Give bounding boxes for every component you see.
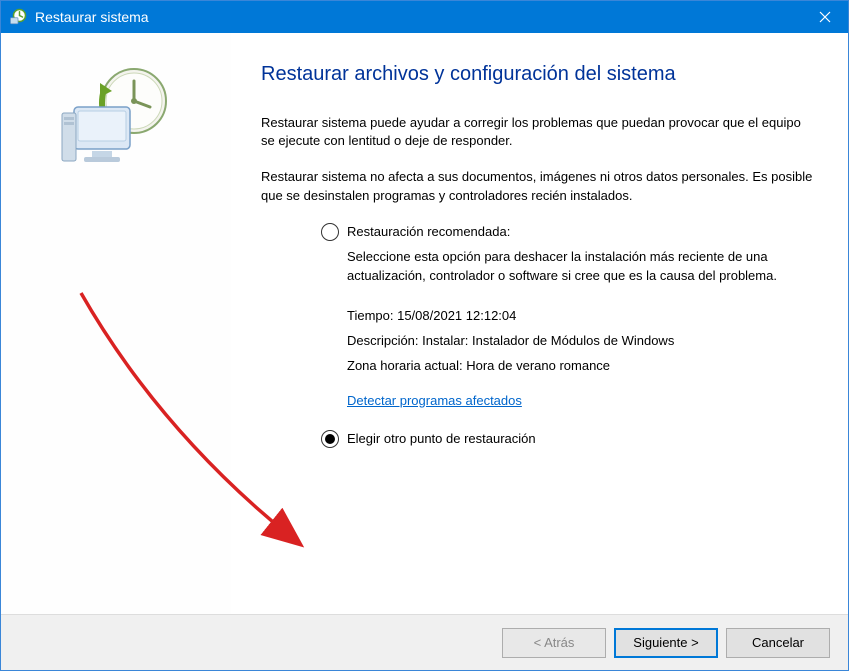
intro-paragraph-2: Restaurar sistema no afecta a sus docume… [261,168,818,204]
window-title: Restaurar sistema [35,9,802,25]
back-button[interactable]: < Atrás [502,628,606,658]
cancel-button[interactable]: Cancelar [726,628,830,658]
radio-recommended-restore[interactable]: Restauración recomendada: [321,223,818,241]
next-button[interactable]: Siguiente > [614,628,718,658]
restore-options: Restauración recomendada: Seleccione est… [321,223,818,448]
radio-recommended-label: Restauración recomendada: [347,224,510,239]
radio-icon [321,430,339,448]
app-icon [9,8,27,26]
radio-icon [321,223,339,241]
restore-description: Descripción: Instalar: Instalador de Mód… [347,333,818,348]
recommended-detail: Seleccione esta opción para deshacer la … [347,247,818,286]
wizard-footer: < Atrás Siguiente > Cancelar [1,614,848,670]
radio-choose-label: Elegir otro punto de restauración [347,431,536,446]
content-area: Restaurar archivos y configuración del s… [1,33,848,614]
restore-timezone: Zona horaria actual: Hora de verano roma… [347,358,818,373]
system-restore-icon [56,63,176,173]
system-restore-window: Restaurar sistema [0,0,849,671]
titlebar: Restaurar sistema [1,1,848,33]
main-panel: Restaurar archivos y configuración del s… [231,33,848,614]
page-heading: Restaurar archivos y configuración del s… [261,63,818,86]
restore-time: Tiempo: 15/08/2021 12:12:04 [347,308,818,323]
radio-choose-other-restore-point[interactable]: Elegir otro punto de restauración [321,430,818,448]
intro-paragraph-1: Restaurar sistema puede ayudar a corregi… [261,114,818,150]
sidebar [1,33,231,614]
detect-affected-programs-link[interactable]: Detectar programas afectados [347,393,522,408]
close-button[interactable] [802,1,848,33]
